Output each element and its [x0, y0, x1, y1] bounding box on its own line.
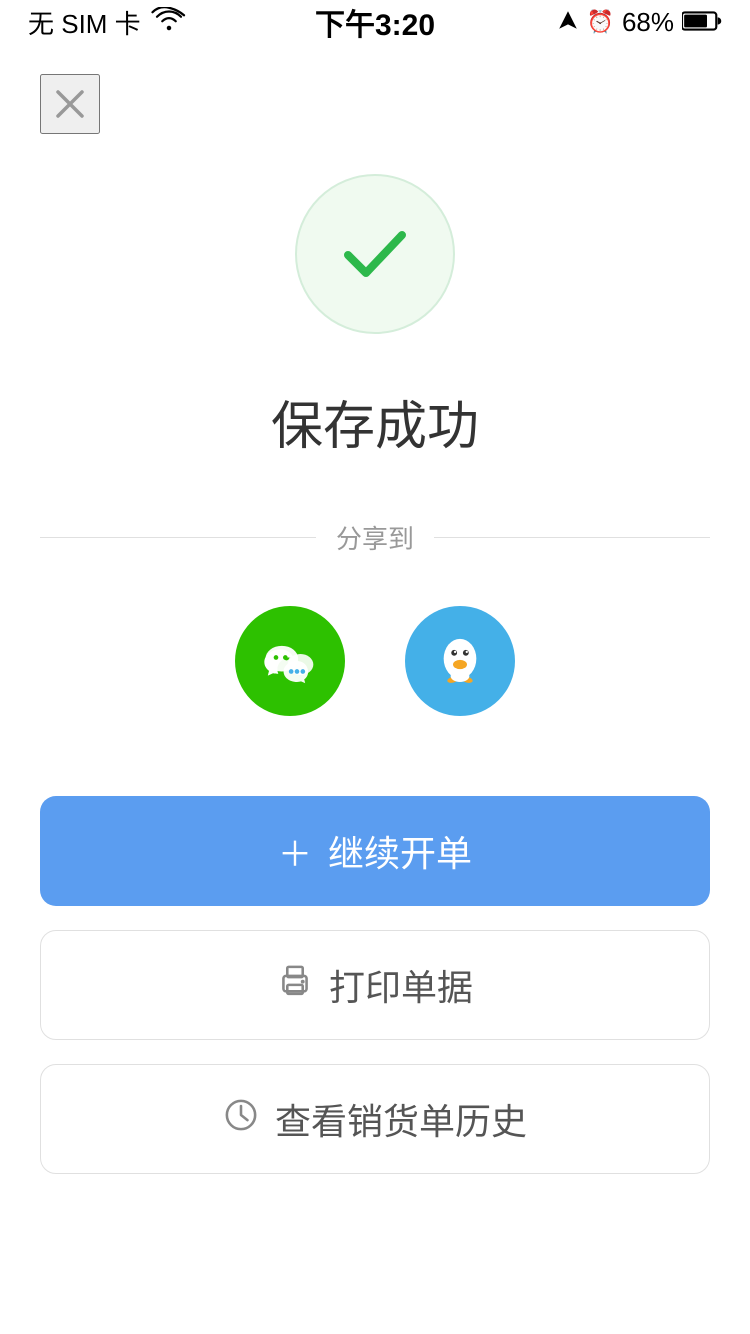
checkmark-icon — [330, 209, 420, 299]
clock-icon — [223, 1097, 259, 1142]
print-label: 打印单据 — [329, 959, 473, 1011]
success-icon-circle — [295, 174, 455, 334]
alarm-icon: ⏰ — [587, 9, 614, 35]
share-icons-container — [235, 606, 515, 716]
close-button[interactable] — [40, 74, 100, 134]
history-button[interactable]: 查看销货单历史 — [40, 1064, 710, 1174]
action-buttons-container: ＋ 继续开单 打印单据 查看销货单历史 — [40, 796, 710, 1174]
divider-line-right — [434, 537, 710, 538]
main-content: 保存成功 分享到 — [0, 44, 750, 1334]
plus-icon: ＋ — [278, 827, 312, 876]
battery-text: 68% — [622, 7, 674, 38]
status-time: 下午3:20 — [315, 0, 435, 44]
qq-icon — [425, 626, 495, 696]
divider-line-left — [40, 537, 316, 538]
wifi-icon — [151, 7, 187, 38]
success-title: 保存成功 — [271, 384, 479, 459]
qq-share-button[interactable] — [405, 606, 515, 716]
share-divider: 分享到 — [40, 519, 710, 556]
status-left: 无 SIM 卡 — [28, 4, 187, 41]
status-right: ⏰ 68% — [557, 7, 722, 38]
wechat-share-button[interactable] — [235, 606, 345, 716]
print-button[interactable]: 打印单据 — [40, 930, 710, 1040]
continue-button[interactable]: ＋ 继续开单 — [40, 796, 710, 906]
printer-icon — [277, 963, 313, 1008]
share-label: 分享到 — [336, 519, 414, 556]
location-icon — [557, 7, 579, 38]
continue-label: 继续开单 — [328, 825, 472, 877]
status-bar: 无 SIM 卡 下午3:20 ⏰ 68% — [0, 0, 750, 44]
carrier-text: 无 SIM 卡 — [28, 4, 141, 41]
wechat-icon — [255, 626, 325, 696]
history-label: 查看销货单历史 — [275, 1093, 527, 1145]
battery-icon — [682, 7, 722, 38]
